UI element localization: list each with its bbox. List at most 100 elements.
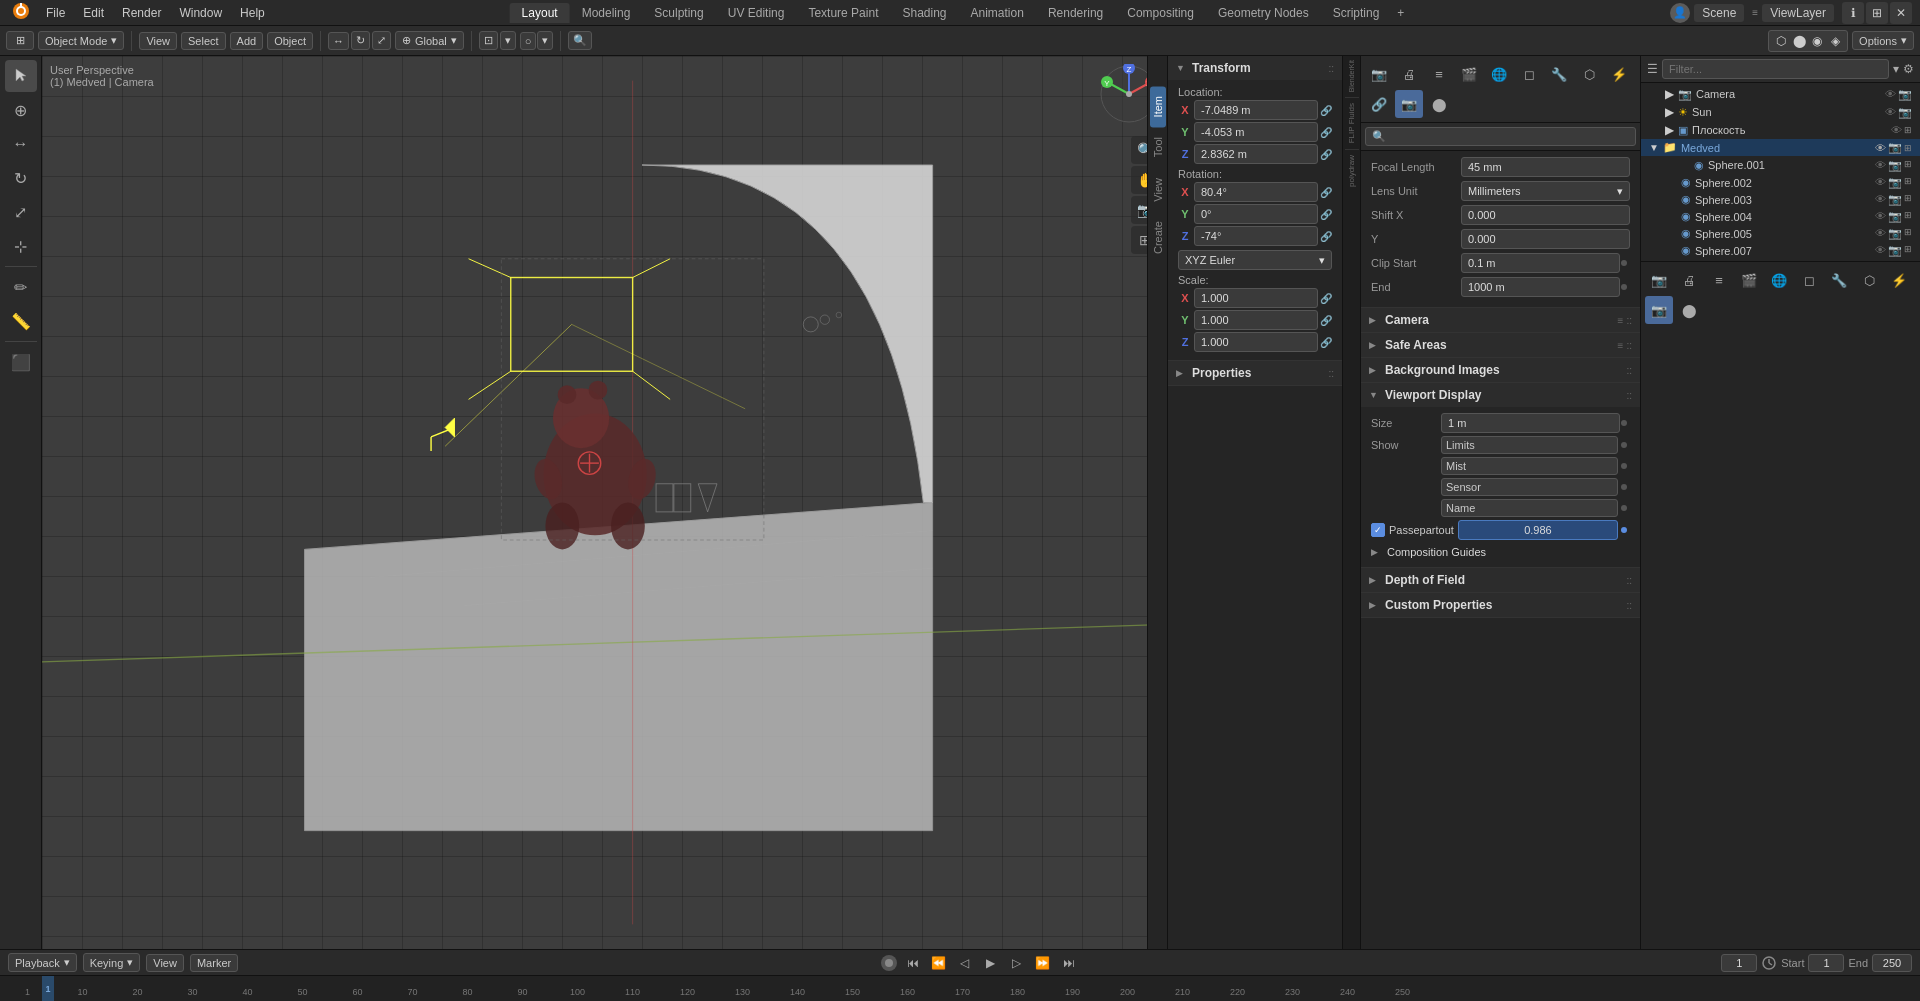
marker-btn[interactable]: Marker xyxy=(190,954,238,972)
next-keyframe-btn[interactable]: ▷ xyxy=(1007,953,1027,973)
s002-icon3[interactable]: ⊞ xyxy=(1904,176,1912,189)
rot-y-input[interactable]: 0° xyxy=(1194,204,1318,224)
outliner-sphere007[interactable]: ◉ Sphere.007 👁 📷 ⊞ xyxy=(1641,242,1920,259)
scale-x-input[interactable]: 1.000 xyxy=(1194,288,1318,308)
sun-vis-icon[interactable]: 👁 xyxy=(1885,106,1896,118)
s005-render-icon[interactable]: 📷 xyxy=(1888,227,1902,240)
playback-dropdown[interactable]: Playback ▾ xyxy=(8,953,77,972)
flip-fluids-label[interactable]: FLIP Fluids xyxy=(1347,103,1356,143)
clip-end-input[interactable]: 1000 m xyxy=(1461,277,1620,297)
viewport[interactable]: User Perspective (1) Medved | Camera X Y… xyxy=(42,56,1167,949)
camera-vis-icon[interactable]: 👁 xyxy=(1885,88,1896,100)
outliner-sphere004[interactable]: ◉ Sphere.004 👁 📷 ⊞ xyxy=(1641,208,1920,225)
view-menu-btn[interactable]: View xyxy=(139,32,177,50)
shift-y-input[interactable]: 0.000 xyxy=(1461,229,1630,249)
scene-name[interactable]: Scene xyxy=(1694,4,1744,22)
end-frame-input[interactable]: 250 xyxy=(1872,954,1912,972)
scene-props-icon[interactable]: 🎬 xyxy=(1455,60,1483,88)
snap-toggle-btn[interactable]: ⊡ xyxy=(479,31,498,50)
options-dropdown[interactable]: Options ▾ xyxy=(1852,31,1914,50)
s002-vis-icon[interactable]: 👁 xyxy=(1875,176,1886,189)
object-props-icon[interactable]: ◻ xyxy=(1515,60,1543,88)
plane-shield-icon[interactable]: ⊞ xyxy=(1904,125,1912,135)
proportional-dropdown-btn[interactable]: ▾ xyxy=(537,31,553,50)
camera-section-header[interactable]: ▶ Camera ≡ :: xyxy=(1361,308,1640,332)
move-tool-icon[interactable]: ↔ xyxy=(5,128,37,160)
depth-of-field-dots[interactable]: :: xyxy=(1626,575,1632,586)
lens-unit-dropdown[interactable]: Millimeters ▾ xyxy=(1461,181,1630,201)
mist-field[interactable]: Mist xyxy=(1441,457,1618,475)
select-tool-icon[interactable] xyxy=(5,60,37,92)
particles-props-icon[interactable]: ⬡ xyxy=(1575,60,1603,88)
transform-tool-icon[interactable]: ⊹ xyxy=(5,230,37,262)
size-input[interactable]: 1 m xyxy=(1441,413,1620,433)
material-shade-btn[interactable]: ◉ xyxy=(1809,33,1825,49)
view-tab[interactable]: View xyxy=(1150,168,1166,212)
play-btn[interactable]: ▶ xyxy=(981,953,1001,973)
polydraw-label[interactable]: polydraw xyxy=(1347,155,1356,187)
loc-z-input[interactable]: 2.8362 m xyxy=(1194,144,1318,164)
output-props-icon[interactable]: 🖨 xyxy=(1395,60,1423,88)
focal-length-input[interactable]: 45 mm xyxy=(1461,157,1630,177)
loc-y-input[interactable]: -4.053 m xyxy=(1194,122,1318,142)
rotation-mode-dropdown[interactable]: XYZ Euler ▾ xyxy=(1178,250,1332,270)
particles-bottom-icon[interactable]: ⬡ xyxy=(1855,266,1883,294)
tab-animation[interactable]: Animation xyxy=(959,3,1036,23)
view-layer-bottom-icon[interactable]: ≡ xyxy=(1705,266,1733,294)
blender-logo-btn[interactable] xyxy=(6,0,36,25)
prev-frame-btn[interactable]: ⏪ xyxy=(929,953,949,973)
outliner-sphere003[interactable]: ◉ Sphere.003 👁 📷 ⊞ xyxy=(1641,191,1920,208)
s003-icon3[interactable]: ⊞ xyxy=(1904,193,1912,206)
tab-add[interactable]: + xyxy=(1391,3,1410,23)
s007-vis-icon[interactable]: 👁 xyxy=(1875,244,1886,257)
info-icon[interactable]: ℹ xyxy=(1842,2,1864,24)
record-btn[interactable] xyxy=(881,955,897,971)
tab-modeling[interactable]: Modeling xyxy=(570,3,643,23)
add-cube-icon[interactable]: ⬛ xyxy=(5,346,37,378)
render-props-icon[interactable]: 📷 xyxy=(1365,60,1393,88)
depth-of-field-header[interactable]: ▶ Depth of Field :: xyxy=(1361,568,1640,592)
medved-shield-icon[interactable]: ⊞ xyxy=(1904,143,1912,153)
viewport-display-header[interactable]: ▼ Viewport Display :: xyxy=(1361,383,1640,407)
camera-list-icon[interactable]: ≡ xyxy=(1618,315,1624,326)
object-mode-dropdown[interactable]: Object Mode ▾ xyxy=(38,31,124,50)
jump-end-btn[interactable]: ⏭ xyxy=(1059,953,1079,973)
timeline-numbers[interactable]: 1 10 20 30 40 50 60 70 80 90 100 110 120… xyxy=(0,976,1920,1001)
loc-x-link-icon[interactable]: 🔗 xyxy=(1320,105,1332,116)
loc-y-link-icon[interactable]: 🔗 xyxy=(1320,127,1332,138)
scale-y-input[interactable]: 1.000 xyxy=(1194,310,1318,330)
rotate-tool-icon[interactable]: ↻ xyxy=(5,162,37,194)
physics-props-icon[interactable]: ⚡ xyxy=(1605,60,1633,88)
tab-sculpting[interactable]: Sculpting xyxy=(642,3,715,23)
composition-guides-header[interactable]: ▶ Composition Guides xyxy=(1371,543,1630,561)
scale-z-input[interactable]: 1.000 xyxy=(1194,332,1318,352)
safe-areas-header[interactable]: ▶ Safe Areas ≡ :: xyxy=(1361,333,1640,357)
view-layer-name[interactable]: ViewLayer xyxy=(1762,4,1834,22)
jump-start-btn[interactable]: ⏮ xyxy=(903,953,923,973)
tab-geometry-nodes[interactable]: Geometry Nodes xyxy=(1206,3,1321,23)
s002-render-icon[interactable]: 📷 xyxy=(1888,176,1902,189)
modifier-bottom-icon[interactable]: 🔧 xyxy=(1825,266,1853,294)
obj-props-bottom-icon[interactable]: ◻ xyxy=(1795,266,1823,294)
tab-texture-paint[interactable]: Texture Paint xyxy=(796,3,890,23)
loc-x-input[interactable]: -7.0489 m xyxy=(1194,100,1318,120)
tab-uv-editing[interactable]: UV Editing xyxy=(716,3,797,23)
tab-compositing[interactable]: Compositing xyxy=(1115,3,1206,23)
properties-header[interactable]: ▶ Properties :: xyxy=(1168,361,1342,385)
object-menu-btn[interactable]: Object xyxy=(267,32,313,50)
outliner-medved[interactable]: ▼ 📁 Medved 👁 📷 ⊞ xyxy=(1641,139,1920,156)
menu-help[interactable]: Help xyxy=(232,4,273,22)
name-field[interactable]: Name xyxy=(1441,499,1618,517)
outliner-type-icon[interactable]: ☰ xyxy=(1647,62,1658,76)
outliner-sphere002[interactable]: ◉ Sphere.002 👁 📷 ⊞ xyxy=(1641,174,1920,191)
world-props-bottom-icon[interactable]: 🌐 xyxy=(1765,266,1793,294)
passepartout-input[interactable]: 0.986 xyxy=(1458,520,1618,540)
scale-x-link-icon[interactable]: 🔗 xyxy=(1320,293,1332,304)
close-window-icon[interactable]: ✕ xyxy=(1890,2,1912,24)
view-bottom-btn[interactable]: View xyxy=(146,954,184,972)
menu-file[interactable]: File xyxy=(38,4,73,22)
rot-x-link-icon[interactable]: 🔗 xyxy=(1320,187,1332,198)
view-layer-props-icon[interactable]: ≡ xyxy=(1425,60,1453,88)
viewport-display-dots[interactable]: :: xyxy=(1626,390,1632,401)
sensor-field[interactable]: Sensor xyxy=(1441,478,1618,496)
